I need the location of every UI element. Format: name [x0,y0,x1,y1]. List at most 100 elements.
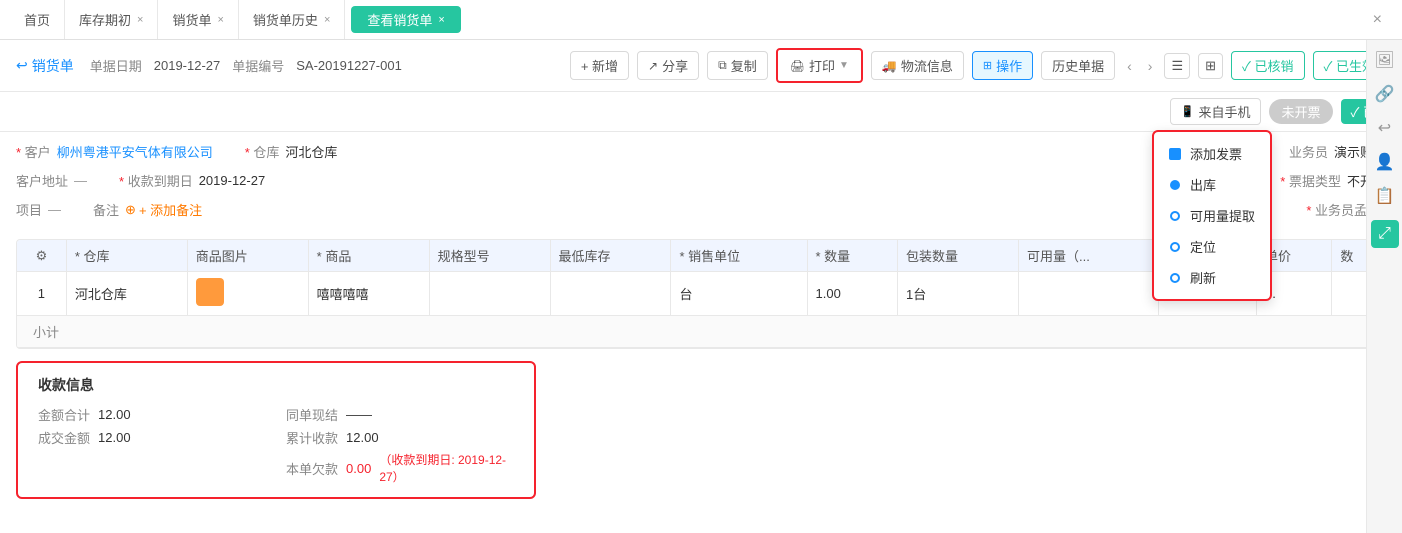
cell-unit: 台 [671,272,807,316]
address-value: — [74,173,87,188]
not-open-button[interactable]: 未开票 [1269,99,1332,124]
dropdown-locate[interactable]: 定位 [1154,231,1270,262]
cell-min-stock [550,272,671,316]
right-sidebar: 🖼 🔗 ↩ 👤 📋 ⤢ [1366,40,1402,533]
copy-button[interactable]: ⧉ 复制 [707,51,768,80]
tab-bar: 首页 库存期初 × 销货单 × 销货单历史 × 查看销货单 × × [0,0,1402,40]
sidebar-return-icon[interactable]: ↩ [1378,118,1391,138]
warehouse-label: 仓库 [245,142,280,161]
operate-button[interactable]: ⊞ 操作 [972,51,1033,80]
customer-label: 客户 [16,142,51,161]
cumulative-value: 12.00 [346,430,379,445]
subtotal-row: 小计 [17,316,1385,348]
logistics-button[interactable]: 🚚 物流信息 [871,51,964,80]
close-tab-view-sales[interactable]: × [438,14,444,26]
receipt-owed-spacer [38,451,266,485]
sidebar-img-icon[interactable]: 🖼 [1374,50,1394,70]
doc-title: ↩ 销货单 [16,56,74,76]
print-button[interactable]: 🖨 打印 ▼ [780,52,859,79]
col-img: 商品图片 [187,240,308,272]
history-button[interactable]: 历史单据 [1041,51,1115,80]
receipt-box: 收款信息 金额合计 12.00 同单现结 —— 成交金额 12.00 累计收款 … [16,361,536,499]
ticket-label: 票据类型 [1280,171,1341,190]
sub-actions: 📱 来自手机 未开票 ✓ 已 [0,92,1402,132]
sidebar-link-icon[interactable]: 🔗 [1375,84,1395,104]
owed-value: 0.00 [346,461,371,476]
cell-available [1018,272,1158,316]
sold-button[interactable]: ✓ 已核销 [1231,51,1305,80]
customer-value[interactable]: 柳州粤港平安气体有限公司 [57,142,213,161]
receipt-total-row: 金额合计 12.00 [38,405,266,424]
note-field: 备注 ⊕ + 添加备注 [93,200,202,219]
number-label: 单据编号 [232,56,284,75]
tab-view-sales[interactable]: 查看销货单 × [351,6,460,33]
same-order-label: 同单现结 [286,405,338,424]
doc-meta: 单据日期 2019-12-27 单据编号 SA-20191227-001 [90,56,402,75]
sidebar-doc-icon[interactable]: 📋 [1375,186,1395,206]
close-tab-sales-history[interactable]: × [324,14,330,26]
cell-no: 1 [17,272,66,316]
address-field: 客户地址 — [16,171,87,190]
grid-view-button[interactable]: ⊞ [1198,53,1223,79]
out-stock-icon [1168,178,1182,192]
cell-img [187,272,308,316]
col-warehouse: * 仓库 [66,240,187,272]
payment-date-value: 2019-12-27 [199,173,266,188]
col-qty: * 数量 [807,240,898,272]
subtotal-label: 小计 [17,316,1385,348]
project-value: — [48,202,61,217]
deal-label: 成交金额 [38,428,90,447]
project-label: 项目 [16,200,42,219]
add-note-button[interactable]: ⊕ + 添加备注 [125,200,202,219]
refresh-icon [1168,271,1182,285]
col-pkg: 包装数量 [898,240,1019,272]
available-icon [1168,209,1182,223]
sidebar-expand-icon[interactable]: ⤢ [1371,220,1399,248]
dropdown-refresh[interactable]: 刷新 [1154,262,1270,293]
tab-sales[interactable]: 销货单 × [158,0,238,39]
product-thumbnail [196,278,224,306]
doc-title-icon: ↩ [16,57,28,74]
address-label: 客户地址 [16,171,68,190]
sidebar-user-icon[interactable]: 👤 [1375,152,1395,172]
col-unit: * 销售单位 [671,240,807,272]
close-tab-sales[interactable]: × [217,14,223,26]
col-product: * 商品 [308,240,429,272]
col-min-stock: 最低库存 [550,240,671,272]
tab-sales-history[interactable]: 销货单历史 × [239,0,345,39]
phone-button[interactable]: 📱 来自手机 [1170,98,1262,125]
owed-note: （收款到期日: 2019-12-27） [379,451,514,485]
cell-product: 嘻嘻嘻嘻 [308,272,429,316]
same-order-value: —— [346,407,372,422]
new-button[interactable]: + 新增 [570,51,629,80]
close-tab-inventory[interactable]: × [137,14,143,26]
tab-home[interactable]: 首页 [10,0,65,39]
receipt-grid: 金额合计 12.00 同单现结 —— 成交金额 12.00 累计收款 12.00 [38,405,514,485]
cell-warehouse: 河北仓库 [66,272,187,316]
dropdown-add-invoice[interactable]: 添加发票 [1154,138,1270,169]
receipt-deal-row: 成交金额 12.00 [38,428,266,447]
print-highlight-box: 🖨 打印 ▼ [776,48,863,83]
locate-icon [1168,240,1182,254]
share-button[interactable]: ↗ 分享 [637,51,699,80]
prev-doc[interactable]: ‹ [1123,58,1136,74]
cell-pkg: 1台 [898,272,1019,316]
date-label: 单据日期 [90,56,142,75]
note-label: 备注 [93,200,119,219]
window-close[interactable]: × [1363,11,1392,29]
next-doc[interactable]: › [1144,58,1157,74]
col-gear[interactable]: ⚙ [17,240,66,272]
cell-spec [429,272,550,316]
list-view-button[interactable]: ☰ [1164,53,1190,79]
dropdown-available[interactable]: 可用量提取 [1154,200,1270,231]
date-value: 2019-12-27 [154,58,221,73]
owed-label: 本单欠款 [286,459,338,478]
warehouse-field: 仓库 河北仓库 [245,142,338,161]
dropdown-out-stock[interactable]: 出库 [1154,169,1270,200]
number-value: SA-20191227-001 [296,58,402,73]
doc-header: ↩ 销货单 单据日期 2019-12-27 单据编号 SA-20191227-0… [0,40,1402,92]
tab-inventory[interactable]: 库存期初 × [65,0,158,39]
employee-label: 业务员 [1289,142,1328,161]
receipt-title: 收款信息 [38,375,514,395]
deal-value: 12.00 [98,430,131,445]
